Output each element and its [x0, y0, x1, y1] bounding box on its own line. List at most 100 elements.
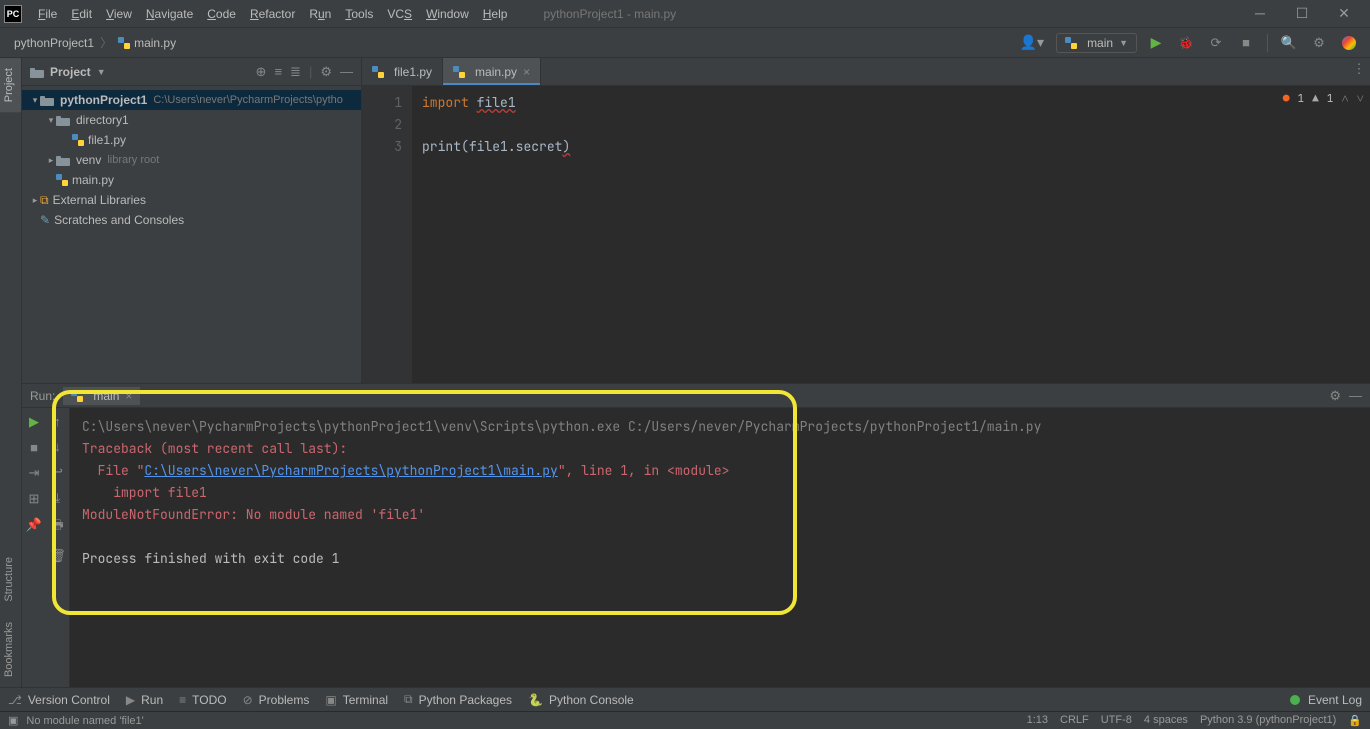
tree-venv[interactable]: ▸ venv library root [22, 150, 361, 170]
python-file-icon [56, 174, 68, 186]
status-caret-position[interactable]: 1:13 [1027, 714, 1048, 727]
code-with-me-icon[interactable]: 👤▾ [1016, 34, 1048, 51]
down-stack-icon[interactable]: ↓ [54, 439, 61, 454]
close-tab-icon[interactable]: × [523, 65, 530, 79]
nav-toolbar: pythonProject1 〉 main.py 👤▾ main ▼ ▶ 🐞 ⟳… [0, 28, 1370, 58]
panel-options-icon[interactable]: ⚙ [320, 64, 332, 80]
bookmarks-tool-tab[interactable]: Bookmarks [0, 612, 21, 687]
run-config-selector[interactable]: main ▼ [1056, 33, 1137, 53]
project-panel-header: Project ▼ ⊕ ≡ ≣ | ⚙ — [22, 58, 361, 86]
project-tree[interactable]: ▾ pythonProject1 C:\Users\never\PycharmP… [22, 86, 361, 383]
menu-help[interactable]: Help [477, 4, 514, 24]
menu-code[interactable]: Code [201, 4, 242, 24]
window-controls: ─ ☐ ✕ [1246, 5, 1366, 22]
run-panel-options-icon[interactable]: ⚙ [1329, 388, 1341, 404]
rerun-icon[interactable]: ▶ [29, 414, 39, 430]
coverage-button[interactable]: ⟳ [1205, 32, 1227, 54]
stop-button[interactable]: ■ [1235, 32, 1257, 54]
run-button[interactable]: ▶ [1145, 32, 1167, 54]
editor-options-icon[interactable]: ⋮ [1348, 58, 1370, 80]
menu-view[interactable]: View [100, 4, 138, 24]
hide-panel-icon[interactable]: — [1349, 388, 1362, 404]
editor-tab-main[interactable]: main.py × [443, 58, 541, 85]
tree-root[interactable]: ▾ pythonProject1 C:\Users\never\PycharmP… [22, 90, 361, 110]
terminal-tab[interactable]: ▣Terminal [325, 693, 388, 707]
print-icon[interactable]: 🖶 [51, 516, 63, 538]
main-area: Project Structure Bookmarks Project ▼ ⊕ … [0, 58, 1370, 687]
window-title: pythonProject1 - main.py [543, 7, 676, 21]
chevron-down-icon[interactable]: ˅ [1357, 90, 1364, 107]
exit-icon[interactable]: ⇥ [29, 465, 40, 481]
status-indent[interactable]: 4 spaces [1144, 714, 1188, 727]
scroll-end-icon[interactable]: ⤓ [55, 490, 61, 506]
menu-navigate[interactable]: Navigate [140, 4, 199, 24]
clear-icon[interactable]: 🗑 [49, 548, 66, 564]
warning-indicator-icon[interactable]: ▲ [1312, 92, 1319, 106]
collapse-all-icon[interactable]: ≣ [290, 64, 301, 80]
status-encoding[interactable]: UTF-8 [1101, 714, 1132, 727]
tree-mainpy[interactable]: main.py [22, 170, 361, 190]
python-packages-tab[interactable]: ⧉Python Packages [404, 692, 512, 707]
menu-edit[interactable]: Edit [65, 4, 98, 24]
expand-all-icon[interactable]: ≡ [274, 64, 282, 80]
tree-scratches[interactable]: ✎ Scratches and Consoles [22, 210, 361, 230]
error-indicator-icon[interactable]: ● [1283, 92, 1290, 106]
status-tool-window-icon[interactable]: ▣ [8, 714, 18, 727]
close-button[interactable]: ✕ [1330, 5, 1358, 22]
stop-icon[interactable]: ■ [30, 440, 38, 455]
soft-wrap-icon[interactable]: ↩ [52, 464, 63, 480]
layout-icon[interactable]: ⊞ [29, 491, 40, 507]
editor-tabs: file1.py main.py × ⋮ [362, 58, 1370, 86]
run-tab-main[interactable]: main × [63, 387, 140, 405]
menu-refactor[interactable]: Refactor [244, 4, 301, 24]
hide-panel-icon[interactable]: — [340, 64, 353, 80]
close-tab-icon[interactable]: × [125, 389, 132, 403]
run-tab[interactable]: ▶Run [126, 693, 163, 707]
breadcrumb-project[interactable]: pythonProject1 [10, 34, 98, 52]
project-tool-tab[interactable]: Project [0, 58, 21, 112]
editor-gutter: 1 2 3 [362, 86, 412, 383]
problems-tab[interactable]: ⊘Problems [243, 693, 310, 707]
project-panel-title[interactable]: Project [50, 65, 91, 79]
run-left-toolbar: ▶ ■ ⇥ ⊞ 📌 [22, 408, 46, 687]
editor-tab-file1[interactable]: file1.py [362, 58, 443, 85]
version-control-tab[interactable]: ⎇Version Control [8, 693, 110, 707]
chevron-up-icon[interactable]: ˄ [1341, 90, 1348, 107]
menu-file[interactable]: File [32, 4, 63, 24]
run-config-label: main [1087, 36, 1113, 50]
event-log-indicator-icon [1290, 695, 1300, 705]
python-console-tab[interactable]: 🐍Python Console [528, 693, 634, 707]
select-opened-file-icon[interactable]: ⊕ [256, 64, 267, 80]
status-interpreter[interactable]: Python 3.9 (pythonProject1) [1200, 714, 1336, 727]
status-line-separator[interactable]: CRLF [1060, 714, 1089, 727]
menu-vcs[interactable]: VCS [381, 4, 418, 24]
python-icon [1065, 37, 1077, 49]
traceback-file-link[interactable]: C:\Users\never\PycharmProjects\pythonPro… [144, 462, 557, 479]
search-everywhere-icon[interactable]: 🔍 [1278, 32, 1300, 54]
breadcrumb-file[interactable]: main.py [114, 34, 180, 52]
debug-button[interactable]: 🐞 [1175, 32, 1197, 54]
settings-icon[interactable]: ⚙ [1308, 32, 1330, 54]
editor-body[interactable]: 1 2 3 import file1 print(file1.secret) ●… [362, 86, 1370, 383]
inspection-stripe[interactable]: ●1 ▲1 ˄ ˅ [1283, 90, 1364, 107]
maximize-button[interactable]: ☐ [1288, 5, 1316, 22]
pin-icon[interactable]: 📌 [26, 517, 42, 533]
structure-tool-tab[interactable]: Structure [0, 547, 21, 612]
readonly-lock-icon[interactable]: 🔒 [1348, 714, 1362, 727]
ide-update-icon[interactable] [1338, 32, 1360, 54]
code-area[interactable]: import file1 print(file1.secret) [412, 86, 1370, 383]
minimize-button[interactable]: ─ [1246, 5, 1274, 22]
tree-directory1[interactable]: ▾ directory1 [22, 110, 361, 130]
todo-tab[interactable]: ≡TODO [179, 693, 226, 707]
up-stack-icon[interactable]: ↑ [54, 414, 61, 429]
tree-file1[interactable]: file1.py [22, 130, 361, 150]
separator [1267, 34, 1268, 52]
menu-tools[interactable]: Tools [339, 4, 379, 24]
event-log-tab[interactable]: Event Log [1308, 693, 1362, 707]
tree-external-libraries[interactable]: ▸ ⧉ External Libraries [22, 190, 361, 210]
tab-label: file1.py [394, 65, 432, 79]
menu-run[interactable]: Run [303, 4, 337, 24]
console-output[interactable]: C:\Users\never\PycharmProjects\pythonPro… [70, 408, 1370, 687]
chevron-down-icon[interactable]: ▼ [97, 67, 106, 77]
menu-window[interactable]: Window [420, 4, 475, 24]
